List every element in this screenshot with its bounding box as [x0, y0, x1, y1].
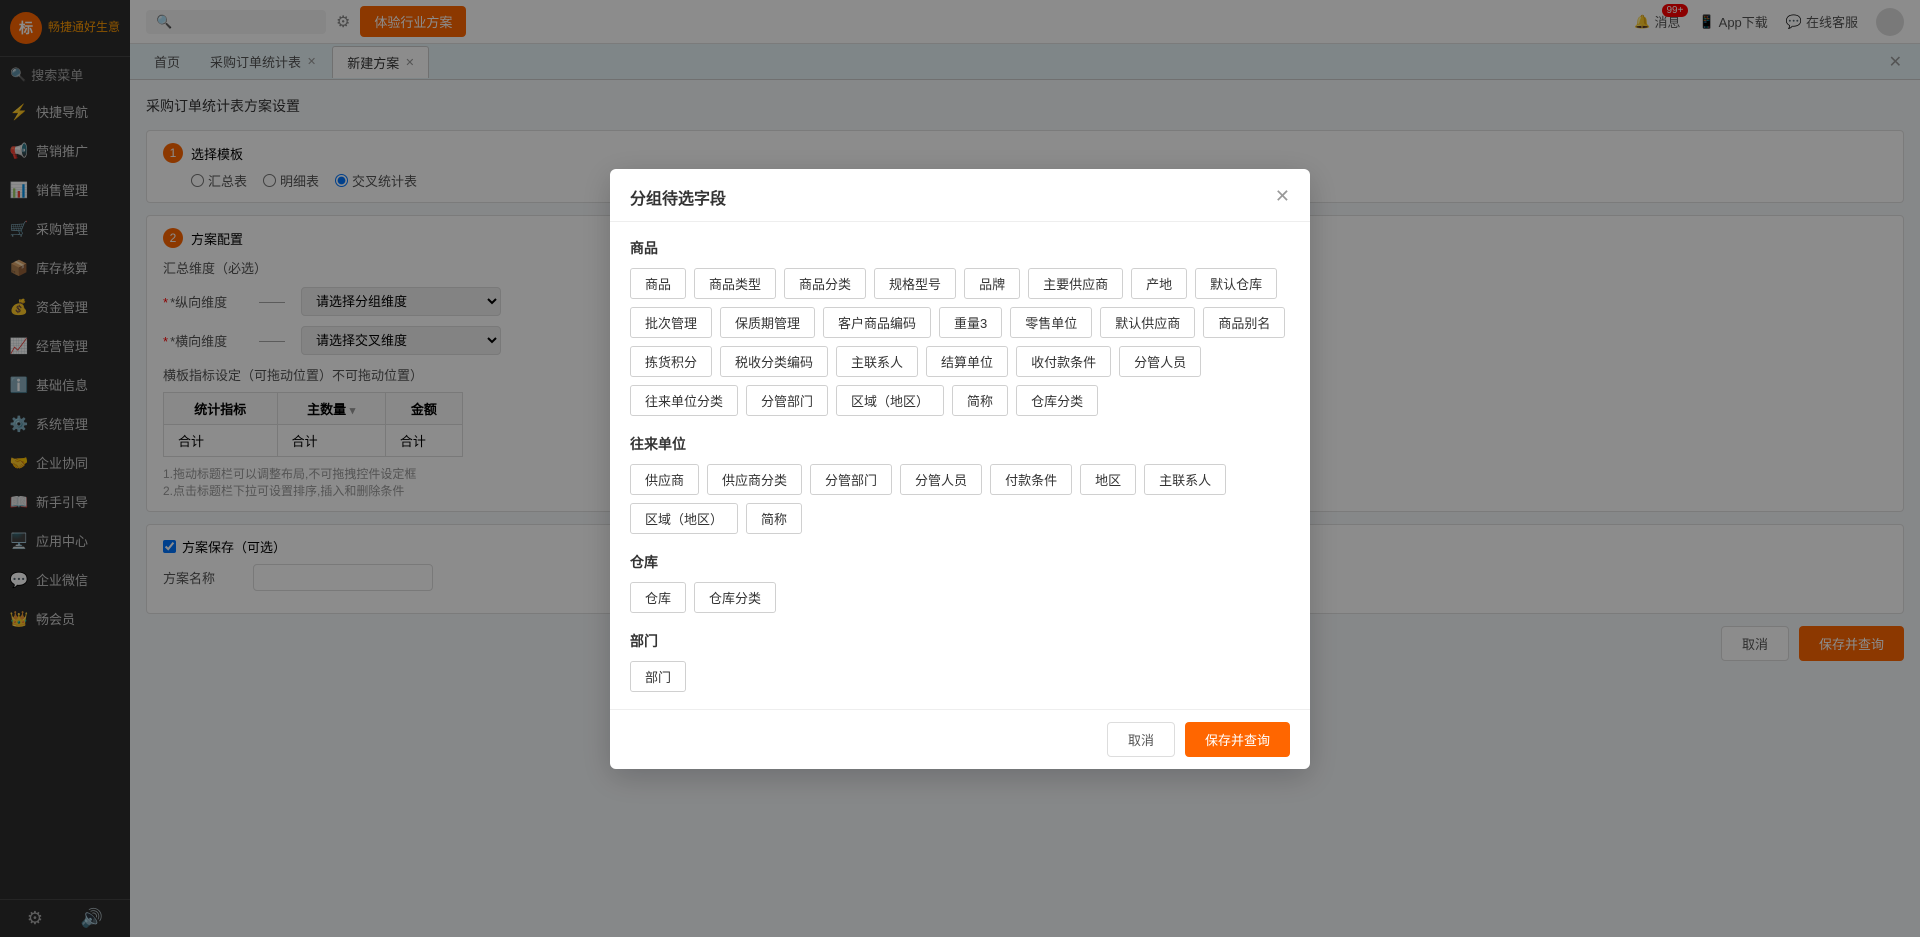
- tag-shangpin-19[interactable]: 收付款条件: [1016, 346, 1111, 377]
- tag-wanglai-2[interactable]: 分管部门: [810, 464, 892, 495]
- section-wanglai: 往来单位 供应商 供应商分类 分管部门 分管人员 付款条件 地区 主联系人 区域…: [630, 434, 1290, 534]
- tag-shangpin-23[interactable]: 区域（地区）: [836, 385, 944, 416]
- tag-wanglai-0[interactable]: 供应商: [630, 464, 699, 495]
- section-wanglai-title: 往来单位: [630, 434, 1290, 454]
- dialog-close-button[interactable]: ✕: [1275, 186, 1290, 207]
- section-shangpin: 商品 商品 商品类型 商品分类 规格型号 品牌 主要供应商 产地 默认仓库 批次…: [630, 238, 1290, 416]
- dialog-overlay: 分组待选字段 ✕ 商品 商品 商品类型 商品分类 规格型号 品牌 主要供应商 产…: [0, 0, 1920, 937]
- tag-shangpin-20[interactable]: 分管人员: [1119, 346, 1201, 377]
- tag-shangpin-21[interactable]: 往来单位分类: [630, 385, 738, 416]
- tag-shangpin-16[interactable]: 税收分类编码: [720, 346, 828, 377]
- tag-shangpin-1[interactable]: 商品类型: [694, 268, 776, 299]
- dialog-title: 分组待选字段: [630, 185, 726, 209]
- dialog-cancel-button[interactable]: 取消: [1107, 722, 1175, 757]
- tag-wanglai-6[interactable]: 主联系人: [1144, 464, 1226, 495]
- tag-shangpin-11[interactable]: 重量3: [939, 307, 1002, 338]
- tag-shangpin-14[interactable]: 商品别名: [1203, 307, 1285, 338]
- tag-shangpin-4[interactable]: 品牌: [964, 268, 1020, 299]
- tag-wanglai-3[interactable]: 分管人员: [900, 464, 982, 495]
- section-shangpin-title: 商品: [630, 238, 1290, 258]
- tag-shangpin-12[interactable]: 零售单位: [1010, 307, 1092, 338]
- tag-shangpin-2[interactable]: 商品分类: [784, 268, 866, 299]
- tag-cangku-1[interactable]: 仓库分类: [694, 582, 776, 613]
- section-wanglai-tags: 供应商 供应商分类 分管部门 分管人员 付款条件 地区 主联系人 区域（地区） …: [630, 464, 1290, 534]
- section-cangku-title: 仓库: [630, 552, 1290, 572]
- section-cangku-tags: 仓库 仓库分类: [630, 582, 1290, 613]
- tag-shangpin-5[interactable]: 主要供应商: [1028, 268, 1123, 299]
- tag-cangku-0[interactable]: 仓库: [630, 582, 686, 613]
- tag-wanglai-7[interactable]: 区域（地区）: [630, 503, 738, 534]
- dialog-confirm-button[interactable]: 保存并查询: [1185, 722, 1290, 757]
- tag-wanglai-5[interactable]: 地区: [1080, 464, 1136, 495]
- tag-shangpin-0[interactable]: 商品: [630, 268, 686, 299]
- tag-shangpin-10[interactable]: 客户商品编码: [823, 307, 931, 338]
- section-bumen: 部门 部门: [630, 631, 1290, 692]
- field-select-dialog: 分组待选字段 ✕ 商品 商品 商品类型 商品分类 规格型号 品牌 主要供应商 产…: [610, 169, 1310, 769]
- tag-bumen-0[interactable]: 部门: [630, 661, 686, 692]
- tag-wanglai-4[interactable]: 付款条件: [990, 464, 1072, 495]
- dialog-footer: 取消 保存并查询: [610, 709, 1310, 769]
- tag-shangpin-25[interactable]: 仓库分类: [1016, 385, 1098, 416]
- tag-shangpin-13[interactable]: 默认供应商: [1100, 307, 1195, 338]
- tag-wanglai-8[interactable]: 简称: [746, 503, 802, 534]
- tag-wanglai-1[interactable]: 供应商分类: [707, 464, 802, 495]
- tag-shangpin-17[interactable]: 主联系人: [836, 346, 918, 377]
- dialog-body: 商品 商品 商品类型 商品分类 规格型号 品牌 主要供应商 产地 默认仓库 批次…: [610, 222, 1310, 709]
- tag-shangpin-3[interactable]: 规格型号: [874, 268, 956, 299]
- section-cangku: 仓库 仓库 仓库分类: [630, 552, 1290, 613]
- tag-shangpin-7[interactable]: 默认仓库: [1195, 268, 1277, 299]
- tag-shangpin-8[interactable]: 批次管理: [630, 307, 712, 338]
- tag-shangpin-9[interactable]: 保质期管理: [720, 307, 815, 338]
- section-bumen-title: 部门: [630, 631, 1290, 651]
- tag-shangpin-15[interactable]: 拣货积分: [630, 346, 712, 377]
- tag-shangpin-6[interactable]: 产地: [1131, 268, 1187, 299]
- dialog-header: 分组待选字段 ✕: [610, 169, 1310, 222]
- section-shangpin-tags: 商品 商品类型 商品分类 规格型号 品牌 主要供应商 产地 默认仓库 批次管理 …: [630, 268, 1290, 416]
- tag-shangpin-22[interactable]: 分管部门: [746, 385, 828, 416]
- section-bumen-tags: 部门: [630, 661, 1290, 692]
- tag-shangpin-18[interactable]: 结算单位: [926, 346, 1008, 377]
- tag-shangpin-24[interactable]: 简称: [952, 385, 1008, 416]
